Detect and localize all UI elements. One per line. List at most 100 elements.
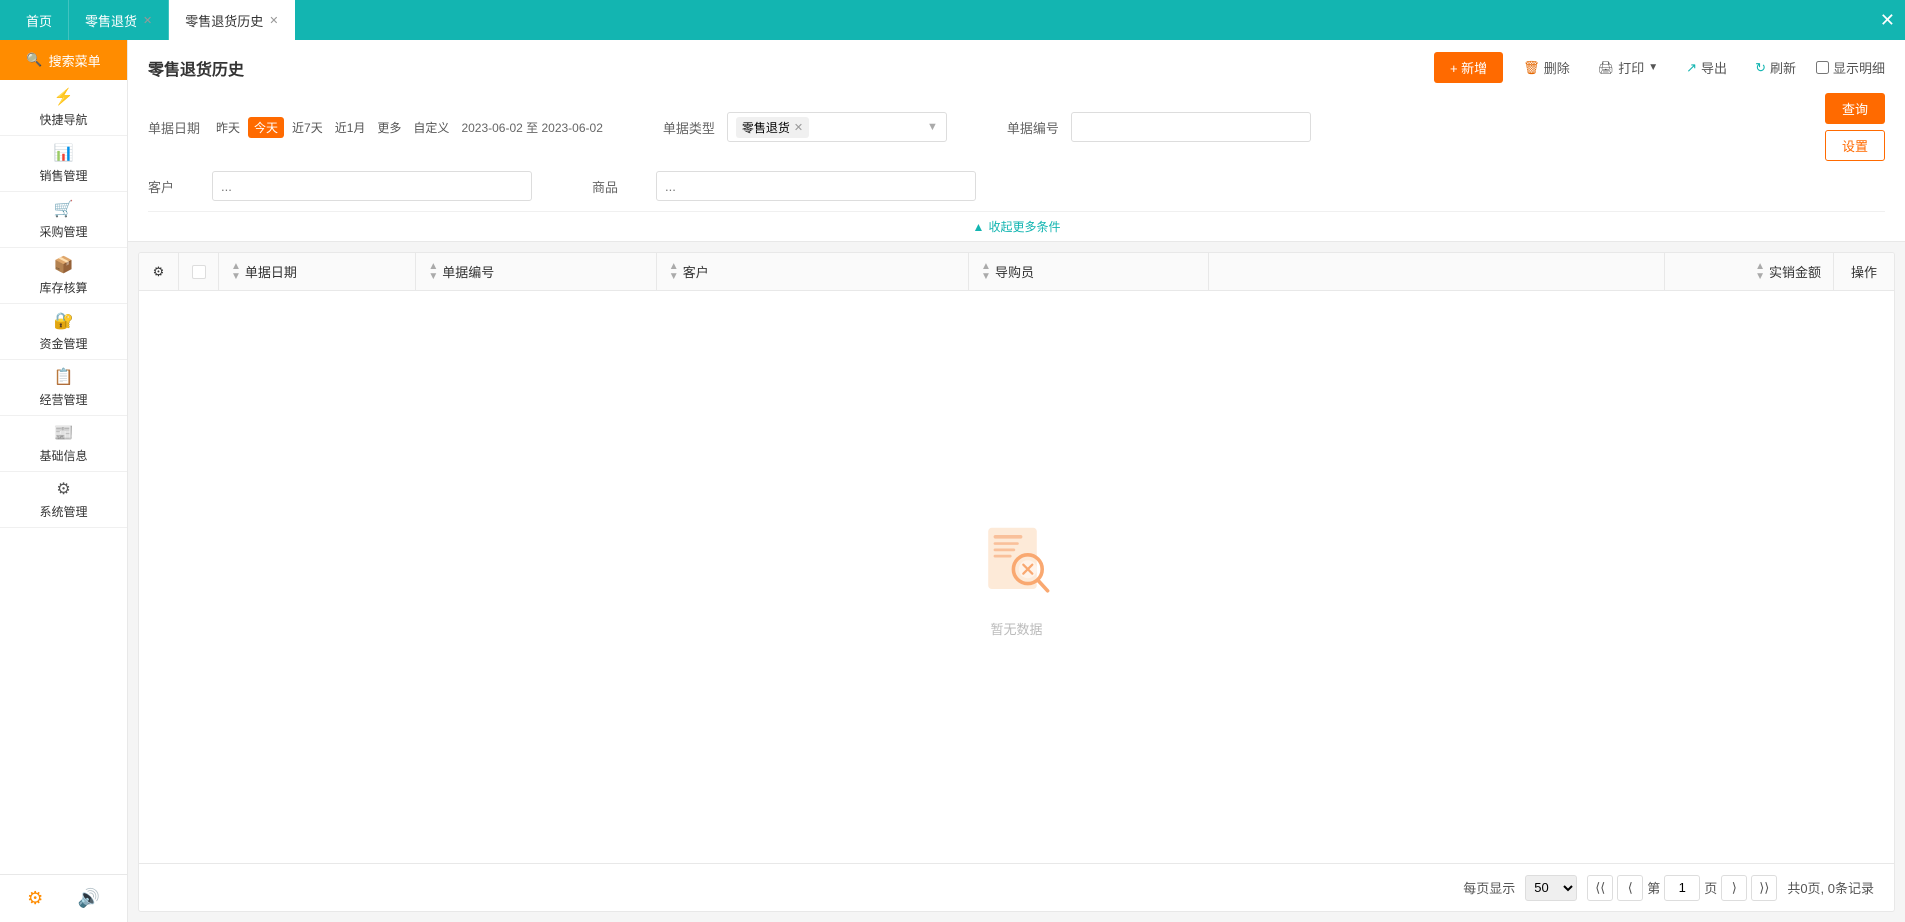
- tab-retail-return-history-close[interactable]: ✕: [269, 14, 278, 27]
- finance-mgmt-icon: 🔐: [54, 311, 74, 331]
- sys-mgmt-icon: ⚙: [56, 479, 70, 499]
- collapse-text: 收起更多条件: [988, 218, 1060, 235]
- page-unit: 页: [1704, 878, 1717, 897]
- collapse-button[interactable]: ▲ 收起更多条件: [148, 211, 1885, 241]
- tab-retail-return[interactable]: 零售退货 ✕: [69, 0, 169, 40]
- next-page-button[interactable]: ⟩: [1721, 875, 1747, 901]
- display-detail-checkbox[interactable]: [1816, 61, 1829, 74]
- th-amount[interactable]: ▲▼ 实销金额: [1665, 253, 1834, 290]
- sidebar-item-label: 库存核算: [39, 279, 87, 296]
- quick-nav-icon: ⚡: [54, 87, 74, 107]
- export-button[interactable]: ↗ 导出: [1678, 54, 1735, 81]
- sidebar-item-purchase-mgmt[interactable]: 🛒 采购管理: [0, 192, 127, 248]
- sidebar-item-finance-mgmt[interactable]: 🔐 资金管理: [0, 304, 127, 360]
- filter-date: 单据日期 昨天 今天 近7天 近1月 更多 自定义 2023-06-02 至 2…: [148, 117, 603, 138]
- th-checkbox[interactable]: [179, 253, 219, 290]
- sidebar-item-sales-mgmt[interactable]: 📊 销售管理: [0, 136, 127, 192]
- refresh-button[interactable]: ↻ 刷新: [1747, 54, 1804, 81]
- sidebar-settings-icon[interactable]: ⚙: [27, 888, 43, 909]
- stock-calc-icon: 📦: [54, 255, 74, 275]
- filter-bill-no: 单据编号: [1007, 112, 1311, 142]
- toolbar: + 新增 🗑 删除 🖨 打印 ▼ ↗ 导出 ↻: [1434, 52, 1885, 83]
- date-opt-more[interactable]: 更多: [373, 117, 405, 138]
- empty-text: 暂无数据: [990, 619, 1042, 638]
- bill-no-input[interactable]: [1071, 112, 1311, 142]
- sidebar-item-label: 基础信息: [39, 447, 87, 464]
- sort-amount-icon: ▲▼: [1755, 262, 1765, 282]
- empty-state: 暂无数据: [139, 291, 1894, 863]
- sidebar-item-sys-mgmt[interactable]: ⚙ 系统管理: [0, 472, 127, 528]
- sort-customer-icon: ▲▼: [669, 262, 679, 282]
- table-area: ⚙ ▲▼ 单据日期 ▲▼ 单据编号 ▲▼ 客户 ▲▼: [138, 252, 1895, 912]
- top-bar-right: ✕: [1880, 10, 1895, 31]
- bill-type-tag: 零售退货 ✕: [736, 117, 809, 138]
- th-customer[interactable]: ▲▼ 客户: [657, 253, 969, 290]
- date-opt-today[interactable]: 今天: [248, 117, 284, 138]
- refresh-icon: ↻: [1755, 60, 1766, 76]
- sort-billno-icon: ▲▼: [428, 262, 438, 282]
- last-page-button[interactable]: ⟩⟩: [1751, 875, 1777, 901]
- sidebar-item-label: 快捷导航: [39, 111, 87, 128]
- filter-row-1: 单据日期 昨天 今天 近7天 近1月 更多 自定义 2023-06-02 至 2…: [148, 93, 1885, 161]
- bill-type-remove[interactable]: ✕: [794, 121, 803, 134]
- display-detail-toggle[interactable]: 显示明细: [1816, 58, 1885, 77]
- filter-row-2: 客户 商品: [148, 171, 1885, 201]
- date-options: 昨天 今天 近7天 近1月 更多 自定义: [212, 117, 453, 138]
- pagination-summary: 共0页, 0条记录: [1787, 878, 1874, 897]
- sidebar-item-label: 销售管理: [39, 167, 87, 184]
- sidebar-item-quick-nav[interactable]: ⚡ 快捷导航: [0, 80, 127, 136]
- table-settings-icon[interactable]: ⚙: [153, 264, 165, 280]
- date-opt-yesterday[interactable]: 昨天: [212, 117, 244, 138]
- tab-retail-return-close[interactable]: ✕: [143, 14, 152, 27]
- window-close-icon[interactable]: ✕: [1880, 10, 1895, 31]
- query-button[interactable]: 查询: [1825, 93, 1885, 124]
- print-button[interactable]: 🖨 打印 ▼: [1590, 54, 1666, 81]
- select-all-checkbox[interactable]: [192, 265, 206, 279]
- add-button[interactable]: + 新增: [1434, 52, 1503, 83]
- bill-no-label: 单据编号: [1007, 118, 1063, 137]
- product-input[interactable]: [656, 171, 976, 201]
- date-range-text: 2023-06-02 至 2023-06-02: [461, 119, 602, 136]
- layout: 🔍 搜索菜单 ⚡ 快捷导航 📊 销售管理 🛒 采购管理 📦 库存核算 🔐 资金管…: [0, 40, 1905, 922]
- th-guide[interactable]: ▲▼ 导购员: [969, 253, 1209, 290]
- sidebar-item-label: 采购管理: [39, 223, 87, 240]
- date-opt-1month[interactable]: 近1月: [331, 117, 370, 138]
- sidebar-item-ops-mgmt[interactable]: 📋 经营管理: [0, 360, 127, 416]
- tab-retail-return-history[interactable]: 零售退货历史 ✕: [169, 0, 295, 40]
- page-nav: ⟨⟨ ⟨ 第 页 ⟩ ⟩⟩: [1587, 875, 1777, 901]
- print-icon: 🖨: [1598, 60, 1615, 76]
- sort-guide-icon: ▲▼: [981, 262, 991, 282]
- date-opt-custom[interactable]: 自定义: [409, 117, 453, 138]
- customer-input[interactable]: [212, 171, 532, 201]
- empty-illustration: [972, 517, 1062, 607]
- delete-button[interactable]: 🗑 删除: [1515, 54, 1578, 81]
- prev-page-button[interactable]: ⟨: [1617, 875, 1643, 901]
- page-number-input[interactable]: [1664, 875, 1700, 901]
- main-content: 零售退货历史 + 新增 🗑 删除 🖨 打印 ▼ ↗ 导出: [128, 40, 1905, 922]
- sidebar-audio-icon[interactable]: 🔊: [77, 888, 99, 909]
- per-page-select[interactable]: 50 10 20 100: [1525, 875, 1577, 901]
- table-header: ⚙ ▲▼ 单据日期 ▲▼ 单据编号 ▲▼ 客户 ▲▼: [139, 253, 1894, 291]
- pagination: 每页显示 50 10 20 100 ⟨⟨ ⟨ 第 页 ⟩ ⟩⟩ 共0页, 0条记…: [139, 863, 1894, 911]
- setting-button[interactable]: 设置: [1825, 130, 1885, 161]
- export-icon: ↗: [1686, 60, 1697, 76]
- filter-customer: 客户: [148, 171, 532, 201]
- th-bill-no[interactable]: ▲▼ 单据编号: [416, 253, 656, 290]
- basic-info-icon: 📰: [54, 423, 74, 443]
- th-settings[interactable]: ⚙: [139, 253, 179, 290]
- page-label: 第: [1647, 878, 1660, 897]
- page-header: 零售退货历史 + 新增 🗑 删除 🖨 打印 ▼ ↗ 导出: [128, 40, 1905, 242]
- page-title-row: 零售退货历史 + 新增 🗑 删除 🖨 打印 ▼ ↗ 导出: [148, 52, 1885, 83]
- sidebar-bottom: ⚙ 🔊: [0, 874, 127, 922]
- th-date[interactable]: ▲▼ 单据日期: [219, 253, 416, 290]
- date-opt-7days[interactable]: 近7天: [288, 117, 327, 138]
- tab-home[interactable]: 首页: [10, 0, 69, 40]
- print-dropdown-icon: ▼: [1648, 62, 1658, 73]
- sidebar-item-stock-calc[interactable]: 📦 库存核算: [0, 248, 127, 304]
- bill-type-select[interactable]: 零售退货 ✕ ▼: [727, 112, 947, 142]
- first-page-button[interactable]: ⟨⟨: [1587, 875, 1613, 901]
- th-action: 操作: [1834, 253, 1894, 290]
- filter-product: 商品: [592, 171, 976, 201]
- sidebar-search[interactable]: 🔍 搜索菜单: [0, 40, 127, 80]
- sidebar-item-basic-info[interactable]: 📰 基础信息: [0, 416, 127, 472]
